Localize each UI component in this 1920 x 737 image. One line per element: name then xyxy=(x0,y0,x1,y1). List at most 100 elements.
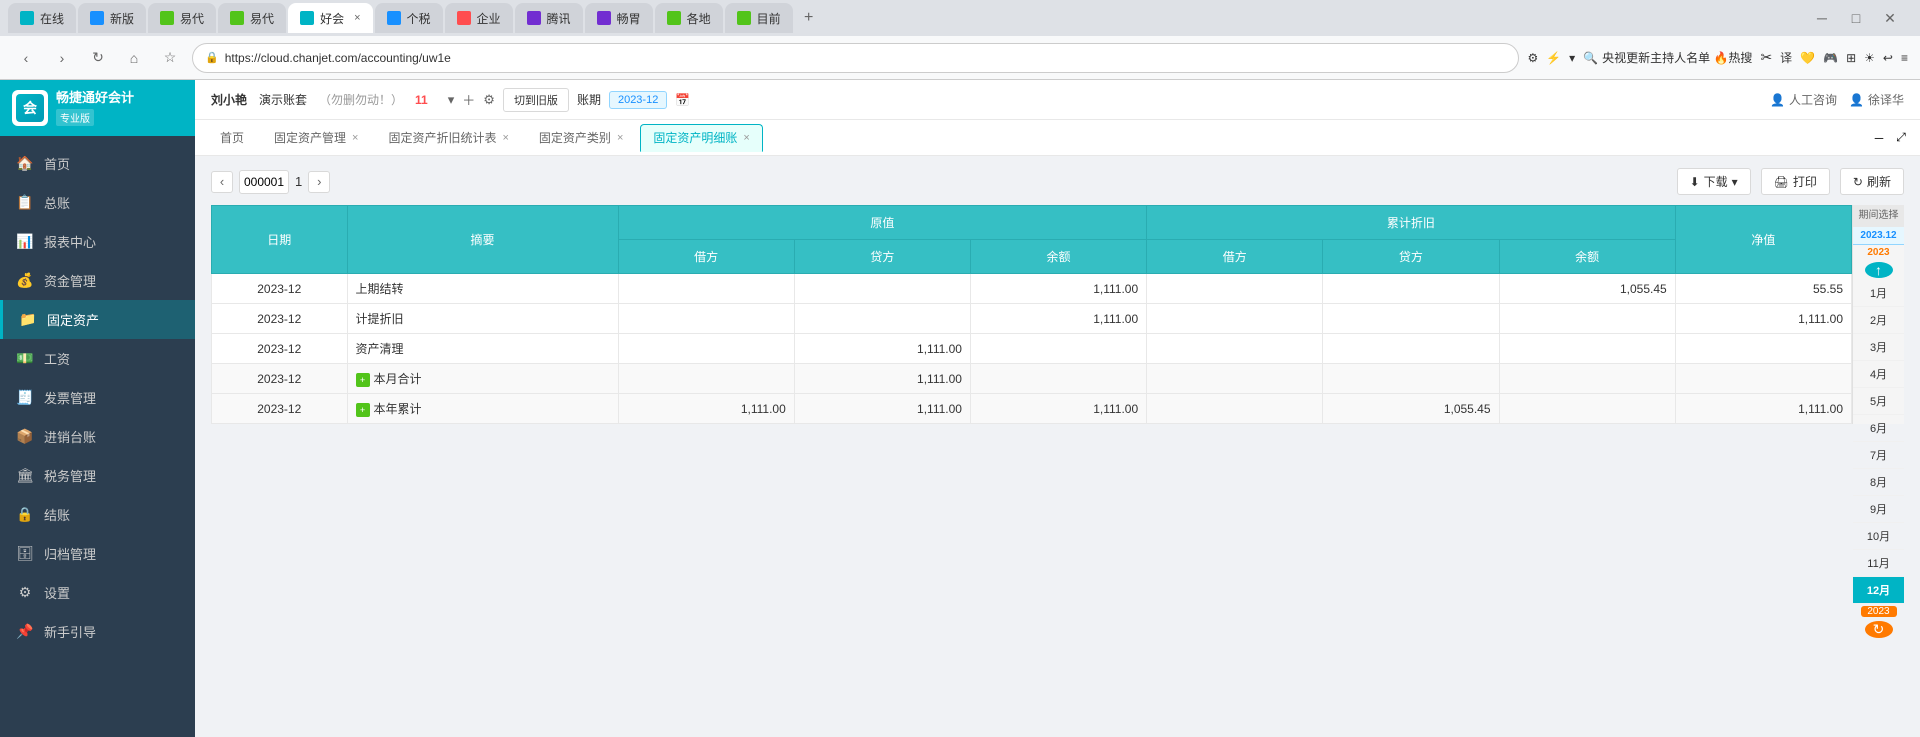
tab-fixed-asset-detail[interactable]: 固定资产明细账 × xyxy=(640,124,762,152)
cell-dep-debit xyxy=(1147,394,1323,424)
browser-tab-6[interactable]: 个税 xyxy=(375,3,443,33)
scroll-up-button[interactable]: ↑ xyxy=(1865,262,1893,278)
switch-version-button[interactable]: 切到旧版 xyxy=(503,88,569,112)
browser-tab-3[interactable]: 易代 xyxy=(148,3,216,33)
close-window-button[interactable]: ✕ xyxy=(1876,4,1904,32)
period-month-9[interactable]: 9月 xyxy=(1853,496,1904,523)
sidebar-item-ledger[interactable]: 📋 总账 xyxy=(0,183,195,222)
tab-fixed-asset-mgmt[interactable]: 固定资产管理 × xyxy=(261,124,371,152)
tab-close-icon-2[interactable]: × xyxy=(502,132,508,144)
forward-button[interactable]: › xyxy=(48,44,76,72)
sidebar-item-fixed-label: 固定资产 xyxy=(47,310,99,329)
prev-page-button[interactable]: ‹ xyxy=(211,171,233,193)
wallet-icon[interactable]: 💛 xyxy=(1800,51,1815,65)
url-bar[interactable]: 🔒 https://cloud.chanjet.com/accounting/u… xyxy=(192,43,1519,73)
tab-depreciation-stats[interactable]: 固定资产折旧统计表 × xyxy=(375,124,521,152)
account-dropdown-icon[interactable]: ▾ xyxy=(448,92,455,108)
reload-button[interactable]: ↻ xyxy=(84,44,112,72)
print-button[interactable]: 🖨 打印 xyxy=(1761,168,1830,195)
tab-close-icon-3[interactable]: × xyxy=(617,132,623,144)
tab-close-icon-4[interactable]: × xyxy=(743,132,749,144)
browser-tab-8[interactable]: 腾讯 xyxy=(515,3,583,33)
cell-dep-credit: 1,055.45 xyxy=(1323,394,1499,424)
grid-icon[interactable]: ⊞ xyxy=(1846,51,1856,65)
download-dropdown-icon[interactable]: ▾ xyxy=(1732,175,1738,189)
period-month-10[interactable]: 10月 xyxy=(1853,523,1904,550)
expand-panel-button[interactable]: ⤢ xyxy=(1894,131,1908,145)
ledger-icon: 📋 xyxy=(16,194,34,212)
yearly-icon: + xyxy=(356,403,370,417)
period-month-12[interactable]: 12月 xyxy=(1853,577,1904,604)
user-profile[interactable]: 👤 徐译华 xyxy=(1849,91,1904,108)
undo-icon[interactable]: ↩ xyxy=(1883,51,1893,65)
sidebar-item-home[interactable]: 🏠 首页 xyxy=(0,144,195,183)
sidebar-item-close[interactable]: 🔒 结账 xyxy=(0,495,195,534)
dropdown-icon[interactable]: ▾ xyxy=(1569,51,1575,65)
period-month-8[interactable]: 8月 xyxy=(1853,469,1904,496)
cell-dep-debit xyxy=(1147,304,1323,334)
sidebar-item-inventory[interactable]: 📦 进销台账 xyxy=(0,417,195,456)
sidebar-item-settings-label: 设置 xyxy=(44,583,70,602)
service-button[interactable]: 👤 人工咨询 xyxy=(1770,91,1837,108)
browser-tab-2[interactable]: 新版 xyxy=(78,3,146,33)
sidebar-item-archive[interactable]: 🗄 归档管理 xyxy=(0,534,195,573)
period-month-4[interactable]: 4月 xyxy=(1853,361,1904,388)
cell-dep-credit xyxy=(1323,274,1499,304)
scissors-icon[interactable]: ✂ xyxy=(1760,49,1772,66)
browser-tab-4[interactable]: 易代 xyxy=(218,3,286,33)
game-icon[interactable]: 🎮 xyxy=(1823,51,1838,65)
search-text[interactable]: 央视更新主持人名单 🔥热搜 xyxy=(1602,49,1752,66)
period-month-2[interactable]: 2月 xyxy=(1853,307,1904,334)
sidebar-item-guide[interactable]: 📌 新手引导 xyxy=(0,612,195,651)
sidebar-item-payroll[interactable]: 💵 工资 xyxy=(0,339,195,378)
extensions-icon[interactable]: ⚙ xyxy=(1527,51,1538,65)
download-button[interactable]: ⬇ 下载 ▾ xyxy=(1677,168,1751,195)
back-button[interactable]: ‹ xyxy=(12,44,40,72)
page-code-input[interactable] xyxy=(239,170,289,194)
tab-home[interactable]: 首页 xyxy=(207,124,257,152)
next-page-button[interactable]: › xyxy=(308,171,330,193)
new-tab-button[interactable]: + xyxy=(795,4,823,32)
translate-icon[interactable]: 译 xyxy=(1780,49,1792,66)
sidebar-item-tax[interactable]: 🏛 税务管理 xyxy=(0,456,195,495)
inventory-icon: 📦 xyxy=(16,428,34,446)
period-month-6[interactable]: 6月 xyxy=(1853,415,1904,442)
download-icon: ⬇ xyxy=(1690,175,1700,189)
tab-close-icon[interactable]: × xyxy=(354,12,360,24)
maximize-button[interactable]: □ xyxy=(1842,4,1870,32)
home-button[interactable]: ⌂ xyxy=(120,44,148,72)
menu-icon[interactable]: ≡ xyxy=(1901,51,1908,65)
bookmark-button[interactable]: ☆ xyxy=(156,44,184,72)
sidebar-item-fixed[interactable]: 📁 固定资产 xyxy=(0,300,195,339)
cell-orig-credit: 1,111.00 xyxy=(794,334,970,364)
period-month-7[interactable]: 7月 xyxy=(1853,442,1904,469)
sidebar-item-settings[interactable]: ⚙ 设置 xyxy=(0,573,195,612)
minimize-panel-button[interactable]: ─ xyxy=(1872,131,1886,145)
settings-small-icon[interactable]: ⚙ xyxy=(483,92,495,108)
period-year: 2023 xyxy=(1853,245,1904,260)
browser-tab-11[interactable]: 目前 xyxy=(725,3,793,33)
browser-tab-5[interactable]: 好会 × xyxy=(288,3,372,33)
period-month-11[interactable]: 11月 xyxy=(1853,550,1904,577)
browser-tab-1[interactable]: 在线 xyxy=(8,3,76,33)
sun-icon[interactable]: ☀ xyxy=(1864,51,1875,65)
browser-tab-7[interactable]: 企业 xyxy=(445,3,513,33)
tab-close-icon-1[interactable]: × xyxy=(352,132,358,144)
period-month-5[interactable]: 5月 xyxy=(1853,388,1904,415)
tab-fixed-asset-type[interactable]: 固定资产类别 × xyxy=(526,124,636,152)
refresh-button[interactable]: ↻ 刷新 xyxy=(1840,168,1904,195)
sidebar-item-invoice[interactable]: 🧾 发票管理 xyxy=(0,378,195,417)
period-month-3[interactable]: 3月 xyxy=(1853,334,1904,361)
browser-tab-9[interactable]: 畅胃 xyxy=(585,3,653,33)
browser-tab-10[interactable]: 各地 xyxy=(655,3,723,33)
sidebar-item-funds[interactable]: 💰 资金管理 xyxy=(0,261,195,300)
add-account-icon[interactable]: ＋ xyxy=(462,90,475,109)
period-month-1[interactable]: 1月 xyxy=(1853,280,1904,307)
sidebar-item-guide-label: 新手引导 xyxy=(44,622,96,641)
table-row: 2023-12 资产清理 1,111.00 xyxy=(212,334,1852,364)
refresh-period-button[interactable]: ↻ xyxy=(1865,621,1893,638)
minimize-button[interactable]: ─ xyxy=(1808,4,1836,32)
period-calendar-icon[interactable]: 📅 xyxy=(675,93,690,107)
sidebar-item-reports[interactable]: 📊 报表中心 xyxy=(0,222,195,261)
lightning-icon[interactable]: ⚡ xyxy=(1546,51,1561,65)
